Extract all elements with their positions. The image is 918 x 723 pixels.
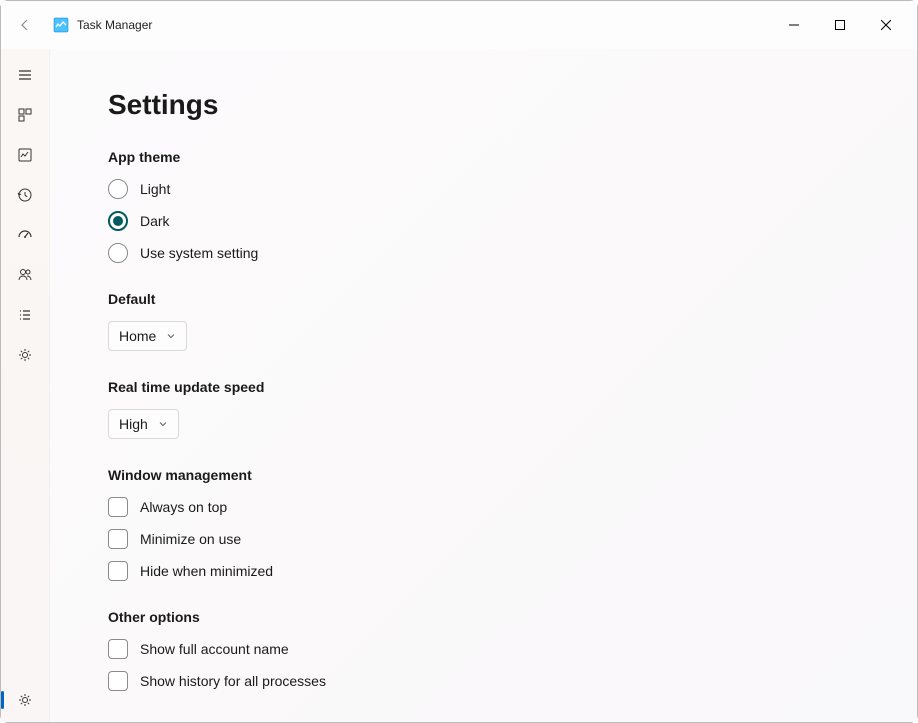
- minimize-button[interactable]: [771, 9, 817, 41]
- checkbox-minimize-on-use[interactable]: Minimize on use: [108, 529, 917, 549]
- radio-icon: [108, 179, 128, 199]
- sidebar-item-settings[interactable]: [5, 682, 45, 718]
- checkbox-show-full-account-name[interactable]: Show full account name: [108, 639, 917, 659]
- close-button[interactable]: [863, 9, 909, 41]
- chevron-down-icon: [158, 419, 168, 429]
- settings-content: Settings App theme Light Dark Use system…: [50, 49, 917, 722]
- section-label: Default: [108, 291, 917, 307]
- hamburger-icon: [17, 67, 33, 83]
- section-label: Window management: [108, 467, 917, 483]
- history-icon: [17, 187, 33, 203]
- checkbox-label: Always on top: [140, 499, 227, 515]
- radio-dark[interactable]: Dark: [108, 211, 917, 231]
- section-window-management: Window management Always on top Minimize…: [108, 467, 917, 581]
- sidebar-item-processes[interactable]: [5, 97, 45, 133]
- processes-icon: [17, 107, 33, 123]
- checkbox-hide-when-minimized[interactable]: Hide when minimized: [108, 561, 917, 581]
- sidebar: [1, 49, 50, 722]
- checkbox-icon: [108, 497, 128, 517]
- performance-icon: [17, 147, 33, 163]
- section-other-options: Other options Show full account name Sho…: [108, 609, 917, 691]
- radio-light[interactable]: Light: [108, 179, 917, 199]
- app-title: Task Manager: [77, 18, 152, 32]
- sidebar-item-performance[interactable]: [5, 137, 45, 173]
- radio-label: Use system setting: [140, 245, 258, 261]
- dropdown-value: High: [119, 416, 148, 432]
- sidebar-item-app-history[interactable]: [5, 177, 45, 213]
- app-icon: [53, 17, 69, 33]
- services-icon: [17, 347, 33, 363]
- gear-icon: [17, 692, 33, 708]
- checkbox-show-history-all-processes[interactable]: Show history for all processes: [108, 671, 917, 691]
- radio-icon: [108, 243, 128, 263]
- sidebar-item-startup[interactable]: [5, 217, 45, 253]
- section-label: Real time update speed: [108, 379, 917, 395]
- default-page-dropdown[interactable]: Home: [108, 321, 187, 351]
- page-title: Settings: [108, 89, 917, 121]
- radio-icon: [108, 211, 128, 231]
- maximize-icon: [835, 20, 845, 30]
- update-speed-dropdown[interactable]: High: [108, 409, 179, 439]
- radio-system[interactable]: Use system setting: [108, 243, 917, 263]
- section-label: Other options: [108, 609, 917, 625]
- checkbox-always-on-top[interactable]: Always on top: [108, 497, 917, 517]
- maximize-button[interactable]: [817, 9, 863, 41]
- checkbox-icon: [108, 639, 128, 659]
- dropdown-value: Home: [119, 328, 156, 344]
- users-icon: [17, 267, 33, 283]
- section-default: Default Home: [108, 291, 917, 351]
- checkbox-label: Show history for all processes: [140, 673, 326, 689]
- section-update-speed: Real time update speed High: [108, 379, 917, 439]
- sidebar-item-services[interactable]: [5, 337, 45, 373]
- arrow-left-icon: [17, 17, 33, 33]
- checkbox-icon: [108, 529, 128, 549]
- checkbox-label: Minimize on use: [140, 531, 241, 547]
- close-icon: [881, 20, 891, 30]
- radio-label: Dark: [140, 213, 170, 229]
- chevron-down-icon: [166, 331, 176, 341]
- hamburger-button[interactable]: [5, 57, 45, 93]
- minimize-icon: [789, 20, 799, 30]
- window-controls: [771, 9, 909, 41]
- sidebar-item-details[interactable]: [5, 297, 45, 333]
- section-label: App theme: [108, 149, 917, 165]
- checkbox-label: Hide when minimized: [140, 563, 273, 579]
- radio-label: Light: [140, 181, 170, 197]
- section-app-theme: App theme Light Dark Use system setting: [108, 149, 917, 263]
- back-button[interactable]: [9, 9, 41, 41]
- checkbox-label: Show full account name: [140, 641, 289, 657]
- details-icon: [17, 307, 33, 323]
- checkbox-icon: [108, 561, 128, 581]
- checkbox-icon: [108, 671, 128, 691]
- sidebar-item-users[interactable]: [5, 257, 45, 293]
- startup-icon: [17, 227, 33, 243]
- titlebar: Task Manager: [1, 1, 917, 49]
